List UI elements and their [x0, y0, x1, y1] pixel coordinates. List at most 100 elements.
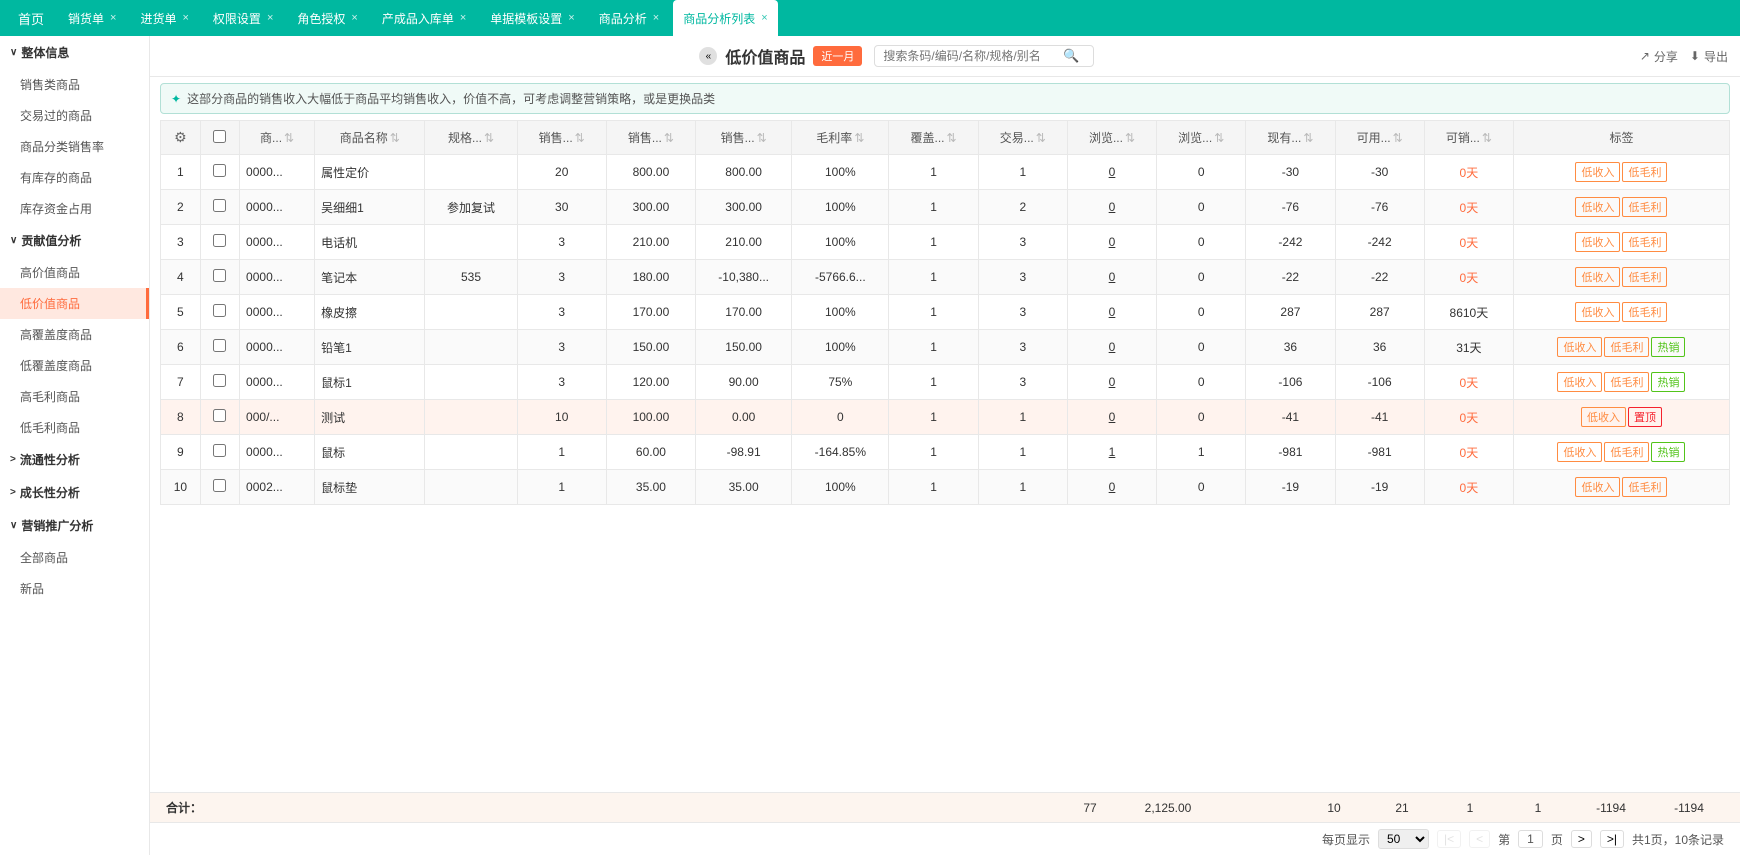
nav-home[interactable]: 首页	[8, 0, 54, 36]
page-size-label: 每页显示	[1322, 831, 1370, 848]
search-icon[interactable]: 🔍	[1063, 48, 1079, 64]
sidebar-item-high-coverage[interactable]: 高覆盖度商品	[0, 319, 149, 350]
prev-page-button[interactable]: <	[1469, 830, 1490, 848]
tag: 低收入	[1575, 232, 1620, 252]
close-icon[interactable]: ×	[761, 12, 767, 24]
row-view1[interactable]: 0	[1067, 190, 1156, 225]
row-num: 5	[161, 295, 201, 330]
view1-value[interactable]: 0	[1109, 305, 1116, 319]
row-view1[interactable]: 0	[1067, 155, 1156, 190]
checkbox-column-header[interactable]	[200, 121, 239, 155]
close-icon[interactable]: ×	[653, 12, 659, 24]
nav-product-entry[interactable]: 产成品入库单 ×	[372, 0, 476, 36]
sidebar-item-high-profit[interactable]: 高毛利商品	[0, 381, 149, 412]
sidebar-group-overview[interactable]: ∨ 整体信息	[0, 36, 149, 69]
nav-product-analysis[interactable]: 商品分析 ×	[589, 0, 669, 36]
view1-value[interactable]: 0	[1109, 200, 1116, 214]
row-checkbox[interactable]	[200, 260, 239, 295]
row-profit-rate: 100%	[792, 225, 889, 260]
sidebar-group-contribution[interactable]: ∨ 贡献值分析	[0, 224, 149, 257]
nav-template-settings[interactable]: 单据模板设置 ×	[480, 0, 584, 36]
settings-column-header[interactable]: ⚙	[161, 121, 201, 155]
sidebar-item-low-value[interactable]: 低价值商品	[0, 288, 149, 319]
sidebar-item-low-coverage[interactable]: 低覆盖度商品	[0, 350, 149, 381]
close-icon[interactable]: ×	[568, 12, 574, 24]
close-icon[interactable]: ×	[460, 12, 466, 24]
spec-column-header: 规格...⇅	[425, 121, 517, 155]
sidebar-item-traded-products[interactable]: 交易过的商品	[0, 100, 149, 131]
row-current: -981	[1246, 435, 1335, 470]
close-icon[interactable]: ×	[110, 12, 116, 24]
nav-product-analysis-list[interactable]: 商品分析列表 ×	[673, 0, 777, 36]
next-page-button[interactable]: >	[1571, 830, 1592, 848]
row-checkbox[interactable]	[200, 295, 239, 330]
nav-role-auth[interactable]: 角色授权 ×	[287, 0, 367, 36]
page-size-select[interactable]: 50 100 200	[1378, 829, 1429, 849]
row-num: 6	[161, 330, 201, 365]
sidebar-item-category-sales-rate[interactable]: 商品分类销售率	[0, 131, 149, 162]
view1-value[interactable]: 0	[1109, 410, 1116, 424]
view1-value[interactable]: 0	[1109, 270, 1116, 284]
sidebar-group-liquidity[interactable]: > 流通性分析	[0, 443, 149, 476]
view1-value[interactable]: 0	[1109, 165, 1116, 179]
last-page-button[interactable]: >|	[1600, 830, 1624, 848]
sidebar-item-sales-products[interactable]: 销售类商品	[0, 69, 149, 100]
row-checkbox[interactable]	[200, 470, 239, 505]
view1-value[interactable]: 0	[1109, 375, 1116, 389]
close-icon[interactable]: ×	[182, 12, 188, 24]
sidebar-group-growth[interactable]: > 成长性分析	[0, 476, 149, 509]
nav-sales-order[interactable]: 销货单 ×	[58, 0, 126, 36]
sidebar-group-marketing[interactable]: ∨ 营销推广分析	[0, 509, 149, 542]
row-checkbox[interactable]	[200, 330, 239, 365]
tag: 热销	[1651, 337, 1685, 357]
row-view1[interactable]: 0	[1067, 330, 1156, 365]
export-button[interactable]: ⬇ 导出	[1690, 48, 1728, 65]
row-checkbox[interactable]	[200, 155, 239, 190]
row-view1[interactable]: 0	[1067, 225, 1156, 260]
close-icon[interactable]: ×	[267, 12, 273, 24]
view1-value[interactable]: 0	[1109, 480, 1116, 494]
row-profit-rate: 100%	[792, 155, 889, 190]
sidebar-item-low-profit[interactable]: 低毛利商品	[0, 412, 149, 443]
sidebar-item-all-products[interactable]: 全部商品	[0, 542, 149, 573]
row-view1[interactable]: 0	[1067, 470, 1156, 505]
tag: 低收入	[1575, 302, 1620, 322]
view1-value[interactable]: 0	[1109, 340, 1116, 354]
sidebar-item-stocked-products[interactable]: 有库存的商品	[0, 162, 149, 193]
row-sales-qty: 3	[517, 295, 606, 330]
sidebar-item-new-products[interactable]: 新品	[0, 573, 149, 604]
row-view1[interactable]: 0	[1067, 260, 1156, 295]
row-checkbox[interactable]	[200, 400, 239, 435]
row-spec	[425, 155, 517, 190]
row-checkbox[interactable]	[200, 435, 239, 470]
row-checkbox[interactable]	[200, 225, 239, 260]
nav-purchase-order[interactable]: 进货单 ×	[130, 0, 198, 36]
sidebar-item-inventory-funds[interactable]: 库存资金占用	[0, 193, 149, 224]
share-button[interactable]: ↗ 分享	[1640, 48, 1678, 65]
row-spec	[425, 225, 517, 260]
tag: 低毛利	[1604, 337, 1649, 357]
first-page-button[interactable]: |<	[1437, 830, 1461, 848]
row-view1[interactable]: 0	[1067, 365, 1156, 400]
row-checkbox[interactable]	[200, 365, 239, 400]
row-sales-amount: 170.00	[696, 295, 792, 330]
sidebar-item-high-value[interactable]: 高价值商品	[0, 257, 149, 288]
search-input[interactable]	[883, 49, 1063, 63]
row-saleable: 0天	[1424, 190, 1513, 225]
view1-value[interactable]: 0	[1109, 235, 1116, 249]
row-sales-price: 800.00	[606, 155, 695, 190]
row-checkbox[interactable]	[200, 190, 239, 225]
select-all-checkbox[interactable]	[213, 130, 226, 143]
header-actions: ↗ 分享 ⬇ 导出	[1640, 48, 1728, 65]
view1-value[interactable]: 1	[1109, 445, 1116, 459]
close-icon[interactable]: ×	[351, 12, 357, 24]
row-sales-qty: 1	[517, 470, 606, 505]
row-view1[interactable]: 0	[1067, 400, 1156, 435]
period-button[interactable]: 近一月	[813, 46, 862, 66]
row-sales-qty: 30	[517, 190, 606, 225]
row-view1[interactable]: 0	[1067, 295, 1156, 330]
nav-permission[interactable]: 权限设置 ×	[203, 0, 283, 36]
row-code: 0000...	[240, 260, 315, 295]
sidebar-collapse-button[interactable]: «	[699, 47, 717, 65]
row-view1[interactable]: 1	[1067, 435, 1156, 470]
